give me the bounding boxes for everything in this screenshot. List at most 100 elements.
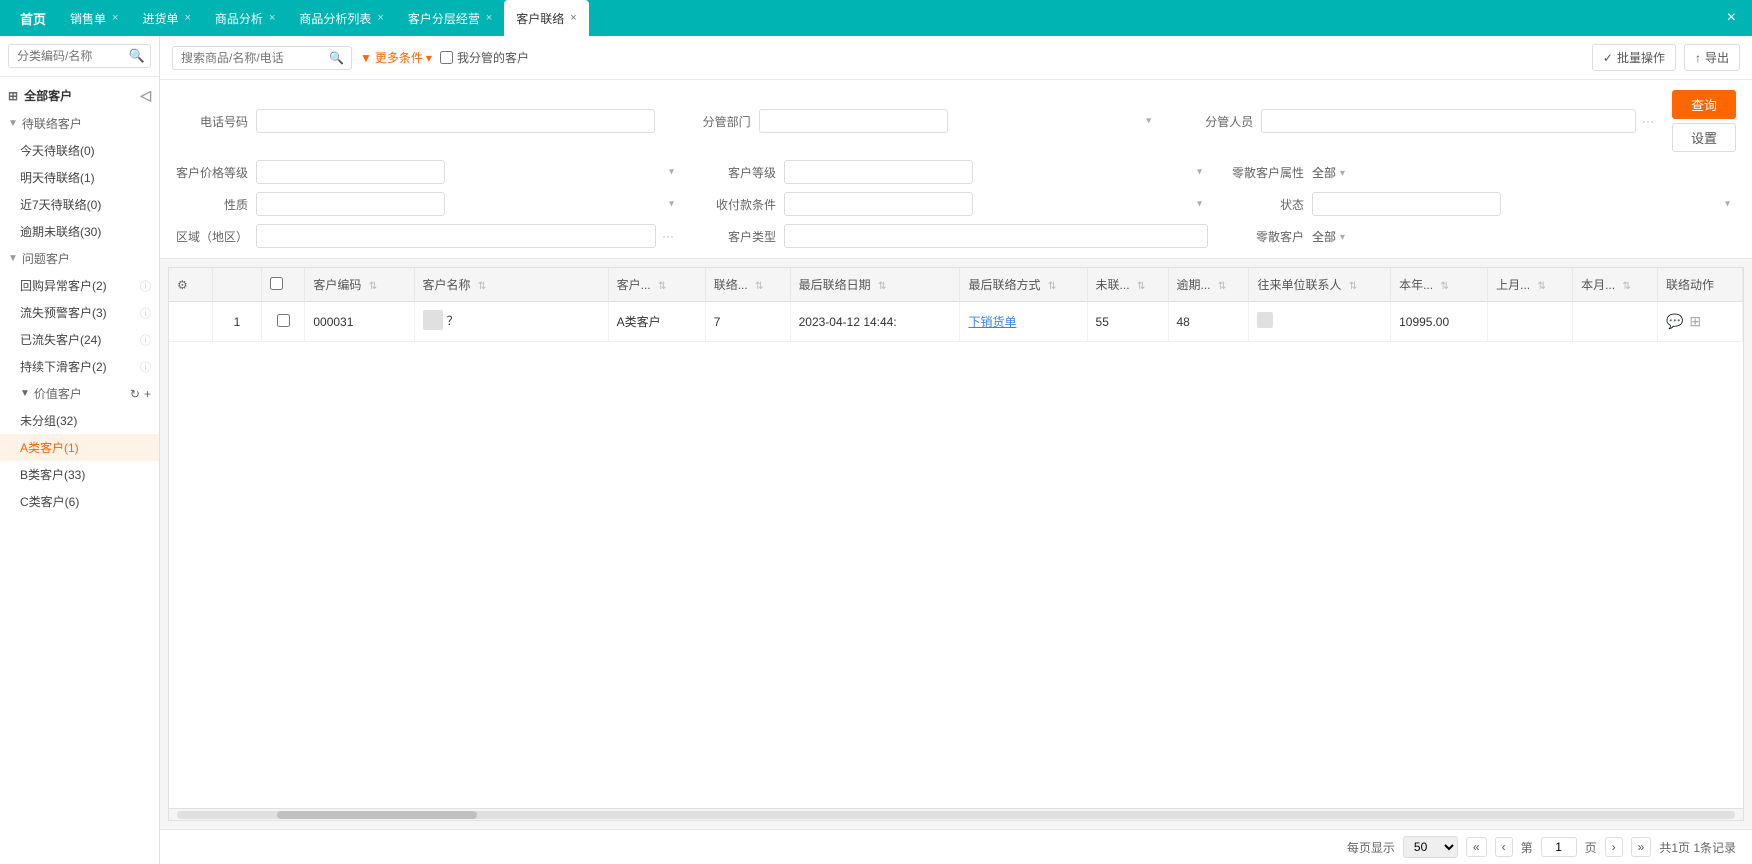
filter-input-customer-type[interactable] [784,224,1208,248]
sidebar-item-overdue[interactable]: 逾期未联络(30) [0,218,159,245]
col-header-uncontacted[interactable]: 未联... ⇅ [1087,268,1168,302]
sidebar-section-problem[interactable]: ▼ 问题客户 [0,245,159,272]
col-header-year[interactable]: 本年... ⇅ [1391,268,1488,302]
sidebar-item-7days[interactable]: 近7天待联络(0) [0,191,159,218]
per-page-select[interactable]: 50 20 100 [1403,836,1458,858]
prev-page-button[interactable]: ‹ [1495,837,1513,857]
filter-search-wrapper: 🔍 [172,46,352,70]
info-churned-icon: ⓘ [140,332,151,348]
filter-label-customer-type: 客户类型 [704,228,784,245]
filter-input-status[interactable] [1312,192,1501,216]
col-header-type[interactable]: 客户... ⇅ [608,268,705,302]
last-page-button[interactable]: » [1631,837,1652,857]
tab-customer-tier[interactable]: 客户分层经营 × [396,0,504,36]
select-all-checkbox[interactable] [270,277,283,290]
tab-customer-contact[interactable]: 客户联络 × [504,0,588,36]
row-message-icon[interactable]: 💬 [1666,313,1683,330]
filter-label-customer-level: 客户等级 [704,164,784,181]
sidebar-item-unclassified[interactable]: 未分组(32) [0,407,159,434]
sidebar-section-value[interactable]: ▼ 价值客户 ↻ + [0,380,159,407]
page-number-input[interactable] [1541,837,1577,857]
col-header-name[interactable]: 客户名称 ⇅ [414,268,608,302]
close-customer-tier-icon[interactable]: × [486,12,492,24]
tab-purchase[interactable]: 进货单 × [130,0,202,36]
table-body: 1 000031 ？ A类客户 [169,302,1743,342]
sidebar-collapse-icon[interactable]: ◁ [140,87,151,104]
batch-check-icon: ✓ [1603,51,1613,65]
close-analysis-icon[interactable]: × [269,12,275,24]
sidebar-item-class-b[interactable]: B类客户(33) [0,461,159,488]
filter-input-customer-level[interactable] [784,160,973,184]
tab-analysis[interactable]: 商品分析 × [203,0,287,36]
close-customer-contact-icon[interactable]: × [570,12,576,24]
horizontal-scrollbar[interactable] [169,808,1743,820]
sidebar-item-class-a[interactable]: A类客户(1) [0,434,159,461]
row-check-cell[interactable] [261,302,305,342]
col-header-last-method[interactable]: 最后联络方式 ⇅ [960,268,1087,302]
col-header-check[interactable] [261,268,305,302]
filter-input-department[interactable] [759,109,948,133]
search-button[interactable]: 查询 [1672,90,1736,119]
first-page-button[interactable]: « [1466,837,1487,857]
row-unit-contact-cell [1249,302,1391,342]
row-link-icon[interactable]: ⊞ [1689,313,1701,330]
sidebar-item-churn-warning[interactable]: 流失预警客户(3) ⓘ [0,299,159,326]
settings-button[interactable]: 设置 [1672,123,1736,152]
tab-sales[interactable]: 销售单 × [58,0,130,36]
col-header-last-month[interactable]: 上月... ⇅ [1488,268,1573,302]
region-more-icon[interactable]: ··· [656,225,680,247]
row-this-month-cell [1573,302,1658,342]
sidebar-section-pending[interactable]: ▼ 待联络客户 [0,110,159,137]
scrollbar-thumb[interactable] [277,811,477,819]
sidebar-item-churned[interactable]: 已流失客户(24) ⓘ [0,326,159,353]
filter-more-conditions[interactable]: ▼ 更多条件 ▾ [360,49,432,66]
value-refresh-icon[interactable]: ↻ [130,387,140,401]
staff-more-icon[interactable]: ··· [1636,110,1660,132]
col-header-code[interactable]: 客户编码 ⇅ [305,268,414,302]
row-type-cell: A类客户 [608,302,705,342]
sidebar-item-abnormal[interactable]: 回购异常客户(2) ⓘ [0,272,159,299]
batch-operation-button[interactable]: ✓ 批量操作 [1592,44,1676,71]
filter-input-payment[interactable] [784,192,973,216]
filter-search-input[interactable] [172,46,352,70]
sidebar-item-declining[interactable]: 持续下滑客户(2) ⓘ [0,353,159,380]
last-method-link[interactable]: 下销货单 [968,315,1016,329]
tab-home[interactable]: 首页 [8,0,58,36]
col-header-gear[interactable]: ⚙ [169,268,213,302]
filter-row-4: 区域（地区） ··· 客户类型 零散客户 全部 ▾ [176,224,1736,248]
row-checkbox[interactable] [277,314,290,327]
next-page-button[interactable]: › [1605,837,1623,857]
export-button[interactable]: ↑ 导出 [1684,44,1740,71]
filter-input-staff[interactable] [1261,109,1636,133]
filter-my-customers[interactable]: 我分管的客户 [440,49,529,66]
col-header-unit-contact[interactable]: 往来单位联系人 ⇅ [1249,268,1391,302]
sidebar-item-today[interactable]: 今天待联络(0) [0,137,159,164]
sidebar-all-customers[interactable]: ⊞ 全部客户 ◁ [0,81,159,110]
close-purchase-icon[interactable]: × [184,12,190,24]
my-customers-checkbox[interactable] [440,51,453,64]
close-sales-icon[interactable]: × [112,12,118,24]
per-page-label: 每页显示 [1347,839,1395,856]
value-add-icon[interactable]: + [144,387,151,401]
filter-input-nature[interactable] [256,192,445,216]
app-close-button[interactable]: × [1719,5,1744,31]
col-header-last-date[interactable]: 最后联络日期 ⇅ [790,268,960,302]
table-scroll[interactable]: ⚙ 客户编码 ⇅ 客户名称 [169,268,1743,808]
filter-field-staff: 分管人员 ··· [1181,109,1660,133]
scrollbar-track[interactable] [177,811,1735,819]
col-header-contact[interactable]: 联络... ⇅ [705,268,790,302]
sidebar-item-tomorrow[interactable]: 明天待联络(1) [0,164,159,191]
close-analysis-list-icon[interactable]: × [377,12,383,24]
filter-input-region[interactable] [256,224,656,248]
filter-input-phone[interactable] [256,109,655,133]
last-month-sort-icon: ⇅ [1538,281,1546,292]
col-header-overdue[interactable]: 逾期... ⇅ [1168,268,1249,302]
tab-analysis-list[interactable]: 商品分析列表 × [287,0,395,36]
customer-avatar [423,310,443,330]
sidebar-item-class-c[interactable]: C类客户(6) [0,488,159,515]
filter-input-price-level[interactable] [256,160,445,184]
gear-icon[interactable]: ⚙ [177,278,188,292]
code-sort-icon: ⇅ [369,281,377,292]
row-method-cell[interactable]: 下销货单 [960,302,1087,342]
col-header-this-month[interactable]: 本月... ⇅ [1573,268,1658,302]
